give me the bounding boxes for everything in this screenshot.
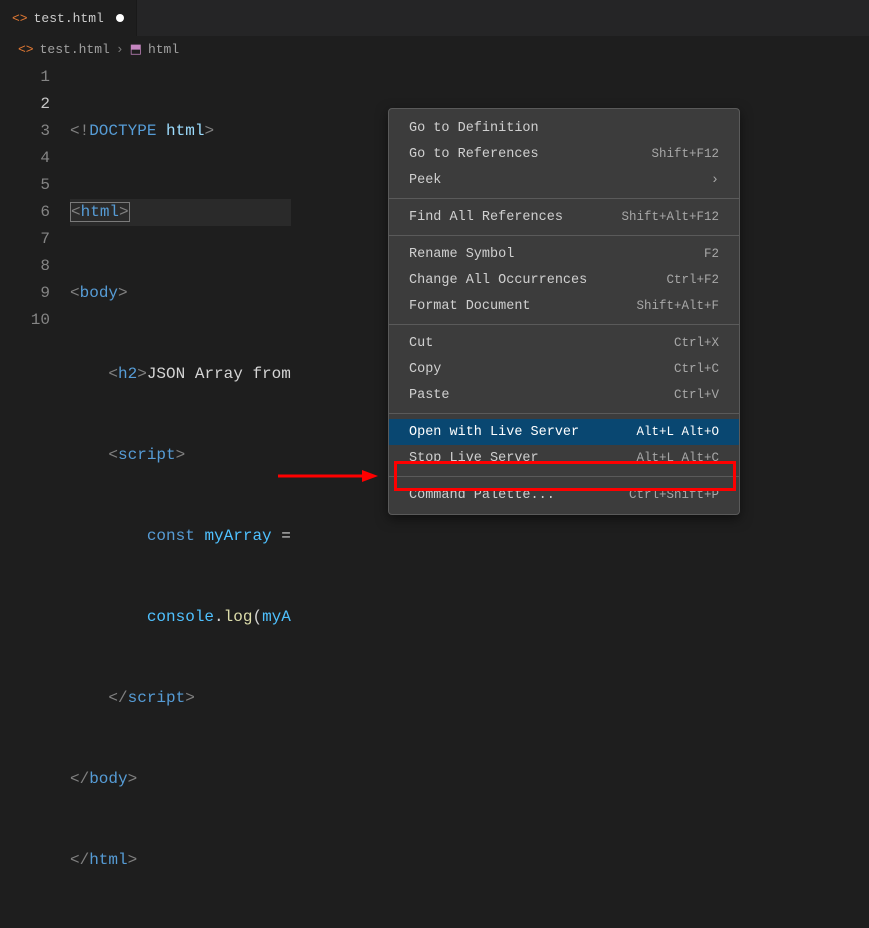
html-file-icon: <> <box>18 42 34 57</box>
code-line: <!DOCTYPE html> <box>70 118 291 145</box>
menu-item-copy[interactable]: CopyCtrl+C <box>389 356 739 382</box>
menu-item-stop-live-server[interactable]: Stop Live ServerAlt+L Alt+C <box>389 445 739 471</box>
menu-item-format-document[interactable]: Format DocumentShift+Alt+F <box>389 293 739 319</box>
code-line: </body> <box>70 766 291 793</box>
tab-filename: test.html <box>34 11 104 26</box>
tab-bar: <> test.html <box>0 0 869 36</box>
code-line: const myArray = <box>70 523 291 550</box>
menu-item-go-to-references[interactable]: Go to ReferencesShift+F12 <box>389 141 739 167</box>
menu-item-open-live-server[interactable]: Open with Live ServerAlt+L Alt+O <box>389 419 739 445</box>
code-line: <script> <box>70 442 291 469</box>
context-menu: Go to Definition Go to ReferencesShift+F… <box>388 108 740 515</box>
menu-item-command-palette[interactable]: Command Palette...Ctrl+Shift+P <box>389 482 739 508</box>
unsaved-dot-icon <box>116 14 124 22</box>
menu-item-find-all-references[interactable]: Find All ReferencesShift+Alt+F12 <box>389 204 739 230</box>
code-line: console.log(myA <box>70 604 291 631</box>
code-line: <body> <box>70 280 291 307</box>
menu-item-cut[interactable]: CutCtrl+X <box>389 330 739 356</box>
menu-separator <box>389 235 739 236</box>
menu-item-peek[interactable]: Peek› <box>389 167 739 193</box>
chevron-right-icon: › <box>711 173 719 188</box>
html-file-icon: <> <box>12 11 28 26</box>
menu-separator <box>389 324 739 325</box>
code-line: </script> <box>70 685 291 712</box>
breadcrumb-symbol[interactable]: html <box>148 42 179 57</box>
code-line: <html> <box>70 199 291 226</box>
menu-separator <box>389 476 739 477</box>
code-line: <h2>JSON Array from <box>70 361 291 388</box>
line-gutter: 1 2 3 4 5 6 7 8 9 10 <box>0 62 70 928</box>
tab-test-html[interactable]: <> test.html <box>0 0 137 36</box>
menu-separator <box>389 198 739 199</box>
element-icon: ⬒ <box>130 42 142 57</box>
breadcrumb-file[interactable]: test.html <box>40 42 110 57</box>
menu-item-rename-symbol[interactable]: Rename SymbolF2 <box>389 241 739 267</box>
chevron-right-icon: › <box>116 42 124 57</box>
menu-item-go-to-definition[interactable]: Go to Definition <box>389 115 739 141</box>
menu-item-paste[interactable]: PasteCtrl+V <box>389 382 739 408</box>
breadcrumb[interactable]: <> test.html › ⬒ html <box>0 36 869 62</box>
code-area[interactable]: <!DOCTYPE html> <html> <body> <h2>JSON A… <box>70 62 291 928</box>
code-line: </html> <box>70 847 291 874</box>
menu-separator <box>389 413 739 414</box>
menu-item-change-all-occurrences[interactable]: Change All OccurrencesCtrl+F2 <box>389 267 739 293</box>
